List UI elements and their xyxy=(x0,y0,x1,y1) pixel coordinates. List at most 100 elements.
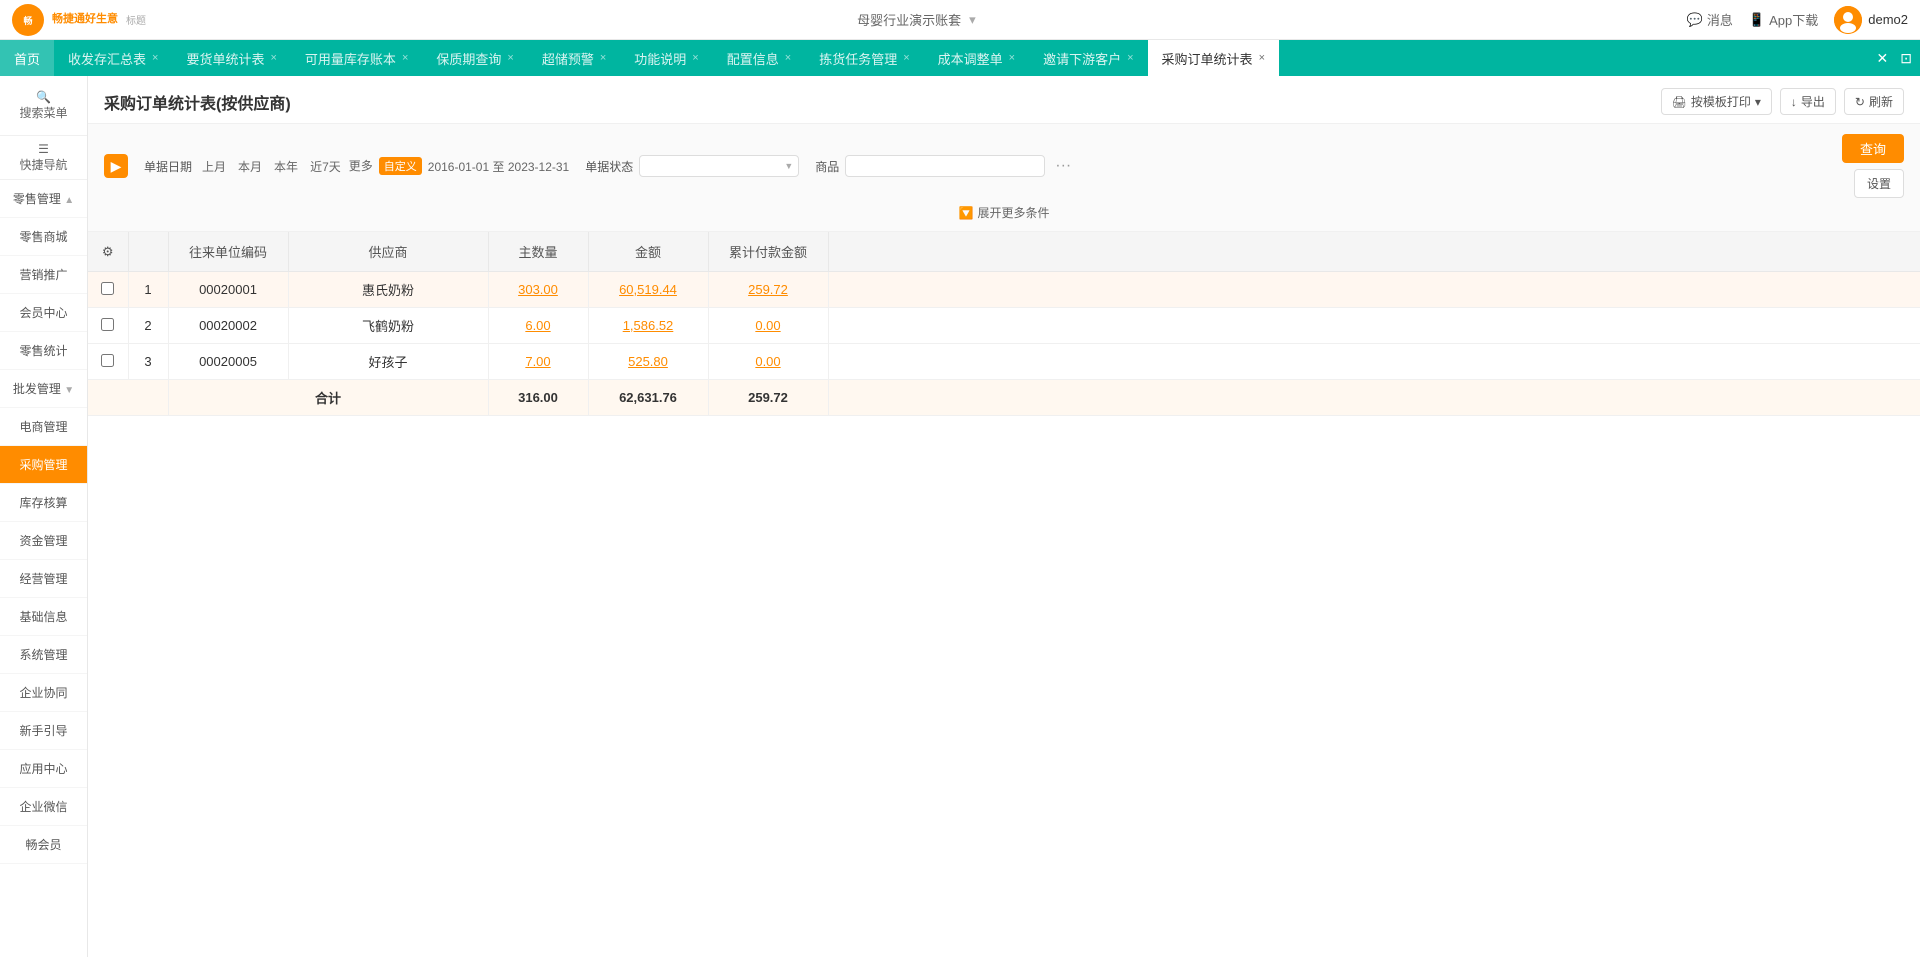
status-select[interactable] xyxy=(639,155,799,177)
close-tab-chaochu[interactable]: × xyxy=(600,52,606,64)
goods-filter-input[interactable] xyxy=(845,155,1045,177)
avatar xyxy=(1834,6,1862,34)
app-download-button[interactable]: 📱 App下载 xyxy=(1749,10,1818,29)
chevron-down-icon-2: ▼ xyxy=(64,385,74,396)
workspace-dropdown-arrow[interactable]: ▾ xyxy=(969,12,976,28)
shortcut-last-month[interactable]: 上月 xyxy=(198,157,230,176)
logo-icon: 畅 xyxy=(12,4,44,36)
sidebar-item-finance[interactable]: 资金管理 xyxy=(0,522,87,560)
filter-row-1: ▶ 单据日期 上月 本月 本年 近7天 更多 自定义 2016-01-01 至 xyxy=(104,134,1904,198)
sidebar-quicknav-button[interactable]: ☰ 快捷导航 xyxy=(0,136,87,180)
tab-home[interactable]: 首页 xyxy=(0,40,54,76)
top-bar: 畅 畅捷通好生意 标题 母婴行业演示账套 ▾ 💬 消息 📱 App下载 demo… xyxy=(0,0,1920,40)
shortcut-more[interactable]: 更多 xyxy=(349,157,373,176)
export-button[interactable]: ↓ 导出 xyxy=(1780,88,1836,115)
table-row: 2 00020002 飞鹤奶粉 6.00 1,586.52 0.00 xyxy=(88,308,1920,344)
row1-checkbox[interactable] xyxy=(88,272,128,308)
template-print-button[interactable]: 🖨 按模板打印 ▾ xyxy=(1661,88,1772,115)
page-header: 采购订单统计表(按供应商) 🖨 按模板打印 ▾ ↓ 导出 ↻ 刷新 xyxy=(88,76,1920,124)
custom-date-badge[interactable]: 自定义 xyxy=(379,157,422,175)
tab-gongneng[interactable]: 功能说明 × xyxy=(620,40,712,76)
row1-num: 1 xyxy=(128,272,168,308)
row2-paid: 0.00 xyxy=(708,308,828,344)
tab-shoufacun[interactable]: 收发存汇总表 × xyxy=(54,40,172,76)
close-tab-baozhiqi[interactable]: × xyxy=(507,52,513,64)
close-tab-yaoqing[interactable]: × xyxy=(1127,52,1133,64)
sidebar-item-operations[interactable]: 经营管理 xyxy=(0,560,87,598)
refresh-button[interactable]: ↻ 刷新 xyxy=(1844,88,1904,115)
tab-baozhiqi[interactable]: 保质期查询 × xyxy=(422,40,527,76)
tab-caigou-active[interactable]: 采购订单统计表 × xyxy=(1148,40,1279,76)
close-tab-jianhuo[interactable]: × xyxy=(903,52,909,64)
table-body: 1 00020001 惠氏奶粉 303.00 60,519.44 259.72 … xyxy=(88,272,1920,380)
settings-button[interactable]: 设置 xyxy=(1854,169,1904,198)
filter-toggle-button[interactable]: ▶ xyxy=(104,154,128,178)
close-tab-gongneng[interactable]: × xyxy=(692,52,698,64)
system-label: 系统管理 xyxy=(19,648,67,662)
row3-code: 00020005 xyxy=(168,344,288,380)
member-label: 畅会员 xyxy=(25,838,61,852)
tab-chaochu[interactable]: 超储预警 × xyxy=(528,40,620,76)
date-range-display: 2016-01-01 至 2023-12-31 xyxy=(428,158,569,175)
footer-label: 合计 xyxy=(168,380,488,416)
tab-chengben[interactable]: 成本调整单 × xyxy=(924,40,1029,76)
shortcut-this-month[interactable]: 本月 xyxy=(234,157,266,176)
status-select-wrapper xyxy=(639,155,799,177)
expand-tabs-icon[interactable]: ⊡ xyxy=(1900,50,1912,67)
sidebar-item-member[interactable]: 畅会员 xyxy=(0,826,87,864)
basic-info-label: 基础信息 xyxy=(19,610,67,624)
close-tab-keyongliang[interactable]: × xyxy=(402,52,408,64)
sidebar-item-retail-stats[interactable]: 零售统计 xyxy=(0,332,87,370)
logo-subtext: 标题 xyxy=(126,12,146,27)
sidebar-item-enterprise[interactable]: 企业协同 xyxy=(0,674,87,712)
close-tab-peizhi[interactable]: × xyxy=(785,52,791,64)
close-tab-yaohuo[interactable]: × xyxy=(270,52,276,64)
tab-peizhi[interactable]: 配置信息 × xyxy=(713,40,805,76)
sidebar-item-appcenter[interactable]: 应用中心 xyxy=(0,750,87,788)
sidebar-item-system[interactable]: 系统管理 xyxy=(0,636,87,674)
sidebar-item-purchase[interactable]: 采购管理 xyxy=(0,446,87,484)
sidebar-item-wechat[interactable]: 企业微信 xyxy=(0,788,87,826)
expand-more-button[interactable]: 🔽 展开更多条件 xyxy=(959,204,1050,221)
gear-settings-icon[interactable]: ⚙ xyxy=(102,244,114,259)
message-button[interactable]: 💬 消息 xyxy=(1687,10,1733,29)
goods-more-icon[interactable]: ··· xyxy=(1055,157,1071,175)
nav-end-icons: ✕ ⊡ xyxy=(1877,50,1920,67)
sidebar-item-member-center[interactable]: 会员中心 xyxy=(0,294,87,332)
sidebar-item-ecommerce[interactable]: 电商管理 xyxy=(0,408,87,446)
sidebar-item-retail-management[interactable]: 零售管理 ▲ xyxy=(0,180,87,218)
row3-supplier: 好孩子 xyxy=(288,344,488,380)
sidebar-item-marketing[interactable]: 营销推广 xyxy=(0,256,87,294)
enterprise-label: 企业协同 xyxy=(19,686,67,700)
user-profile[interactable]: demo2 xyxy=(1834,6,1908,34)
row2-checkbox[interactable] xyxy=(88,308,128,344)
close-all-icon[interactable]: ✕ xyxy=(1877,50,1889,67)
sidebar: 🔍 搜索菜单 ☰ 快捷导航 零售管理 ▲ 零售商城 营销推广 会员中心 零售统计… xyxy=(0,76,88,957)
sidebar-item-basic-info[interactable]: 基础信息 xyxy=(0,598,87,636)
row2-extra xyxy=(828,308,1920,344)
shortcut-this-year[interactable]: 本年 xyxy=(270,157,302,176)
sidebar-item-newguide[interactable]: 新手引导 xyxy=(0,712,87,750)
workspace-selector[interactable]: 母婴行业演示账套 ▾ xyxy=(857,10,976,29)
close-tab-caigou[interactable]: × xyxy=(1259,52,1265,64)
main-layout: 🔍 搜索菜单 ☰ 快捷导航 零售管理 ▲ 零售商城 营销推广 会员中心 零售统计… xyxy=(0,76,1920,957)
template-dropdown-arrow[interactable]: ▾ xyxy=(1755,95,1761,109)
tab-yaohuo[interactable]: 要货单统计表 × xyxy=(172,40,290,76)
retail-mgmt-label: 零售管理 xyxy=(13,192,61,206)
marketing-label: 营销推广 xyxy=(19,268,67,282)
query-button[interactable]: 查询 xyxy=(1842,134,1904,163)
tab-keyongliang[interactable]: 可用量库存账本 × xyxy=(291,40,422,76)
tab-jianhuo[interactable]: 拣货任务管理 × xyxy=(805,40,923,76)
sidebar-search-button[interactable]: 🔍 搜索菜单 xyxy=(6,84,81,127)
sidebar-item-inventory[interactable]: 库存核算 xyxy=(0,484,87,522)
close-tab-chengben[interactable]: × xyxy=(1009,52,1015,64)
row2-num: 2 xyxy=(128,308,168,344)
row3-checkbox[interactable] xyxy=(88,344,128,380)
shortcut-7-days[interactable]: 近7天 xyxy=(306,157,345,176)
close-tab-shoufacun[interactable]: × xyxy=(152,52,158,64)
sidebar-item-retail-shop[interactable]: 零售商城 xyxy=(0,218,87,256)
sidebar-item-wholesale[interactable]: 批发管理 ▼ xyxy=(0,370,87,408)
sidebar-search-section: 🔍 搜索菜单 xyxy=(0,76,87,136)
tab-yaoqing[interactable]: 邀请下游客户 × xyxy=(1029,40,1147,76)
filter-row-2: 🔽 展开更多条件 xyxy=(104,204,1904,221)
